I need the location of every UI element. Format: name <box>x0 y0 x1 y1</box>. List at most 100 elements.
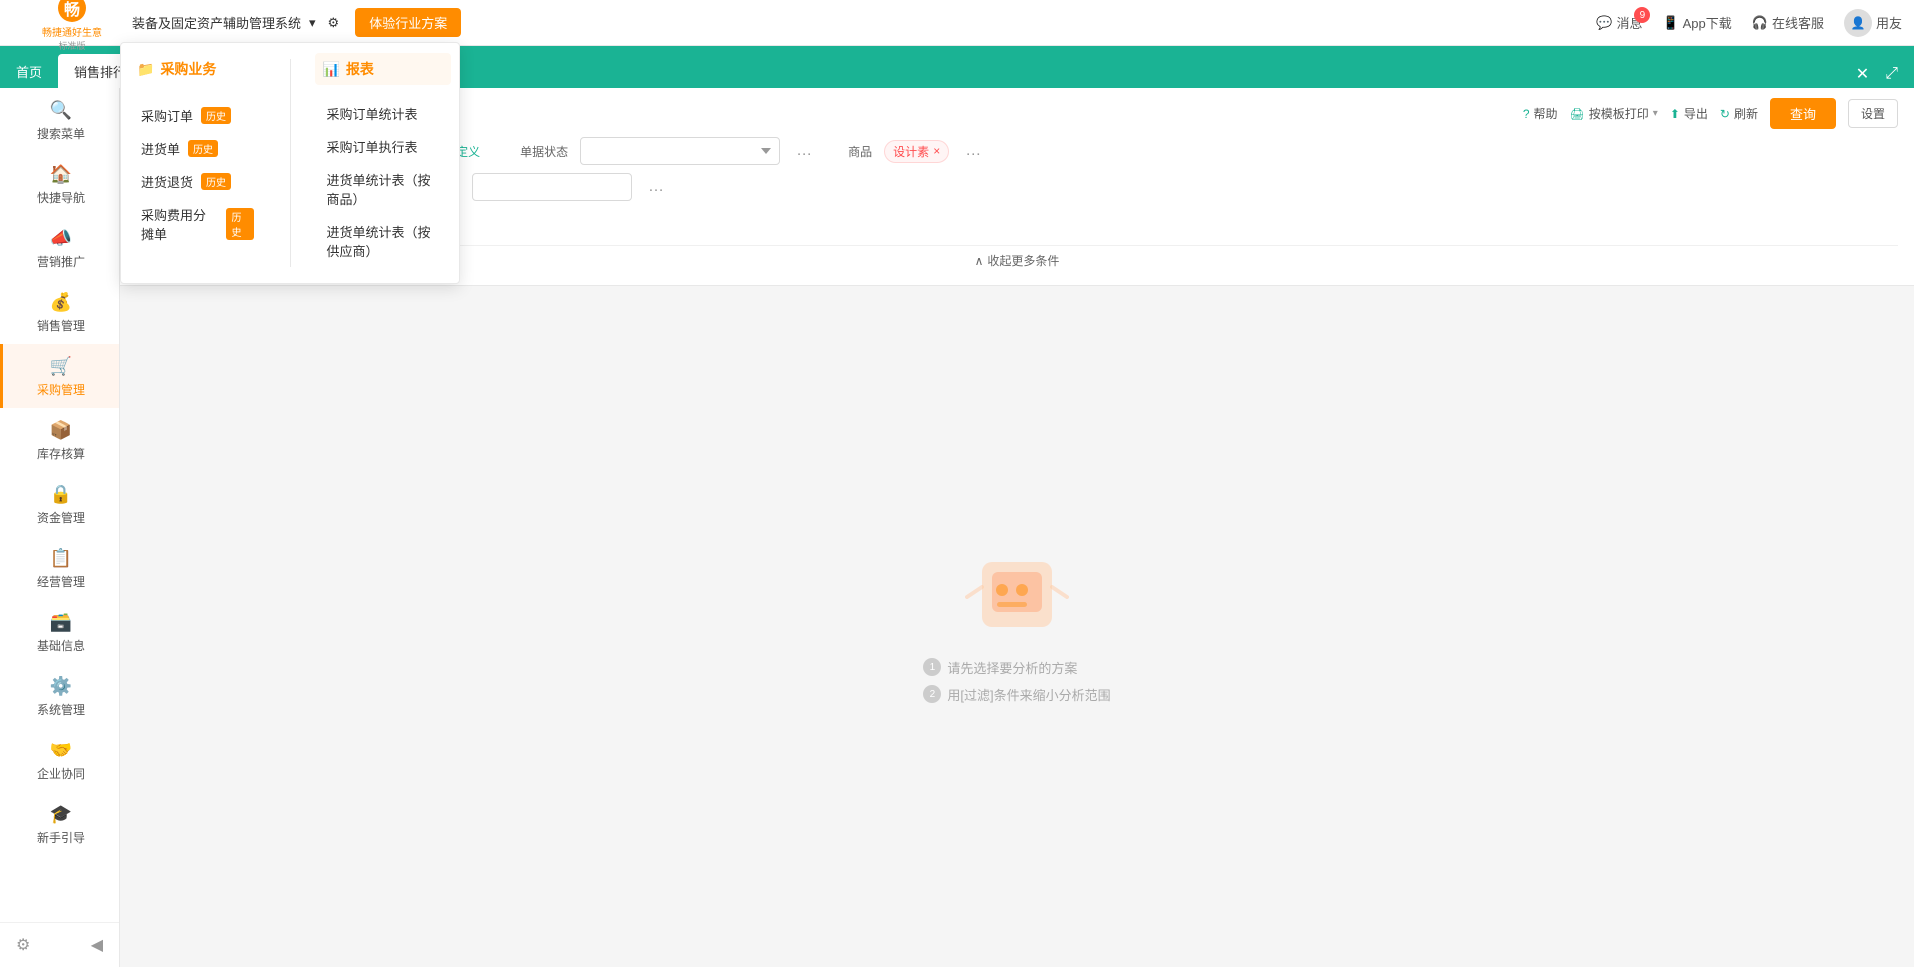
window-close-icon[interactable]: ✕ <box>1852 60 1873 88</box>
salesperson-dots[interactable]: … <box>648 178 664 196</box>
message-btn[interactable]: 💬 消息 9 <box>1596 13 1642 32</box>
logo-area: 畅 畅捷通好生意 标准版 <box>12 0 132 52</box>
goods-tag-remove[interactable]: × <box>933 144 940 158</box>
hint2-text: 用[过滤]条件来缩小分析范围 <box>947 685 1110 704</box>
purchase-dropdown-menu: 📁 采购业务 采购订单 历史 进货单 历史 进货退货 历史 采购费用分摊单 <box>120 42 460 284</box>
inbound-label: 进货单 <box>141 139 180 158</box>
purchase-order-label: 采购订单 <box>141 106 193 125</box>
sidebar-label-marketing: 营销推广 <box>37 253 85 270</box>
report-col-title: 📊 报表 <box>315 53 452 85</box>
guide-icon: 🎓 <box>50 804 72 825</box>
sidebar-label-sales: 销售管理 <box>37 317 85 334</box>
sidebar-item-purchase[interactable]: 🛒 采购管理 <box>0 344 119 408</box>
sidebar-label-enterprise: 企业协同 <box>37 765 85 782</box>
purchase-folder-icon: 📁 <box>137 61 154 78</box>
inventory-icon: 📦 <box>50 420 72 441</box>
sidebar-item-inventory[interactable]: 📦 库存核算 <box>0 408 119 472</box>
purchase-col: 📁 采购业务 采购订单 历史 进货单 历史 进货退货 历史 采购费用分摊单 <box>137 59 258 267</box>
salesperson-input[interactable] <box>472 173 632 201</box>
report-4-label: 进货单统计表（按供应商） <box>327 222 440 260</box>
voucher-status-select[interactable] <box>580 137 780 165</box>
tab-bar-right: ✕ ⤢ <box>1852 60 1914 88</box>
megaphone-icon: 📣 <box>50 228 72 249</box>
title-dropdown-icon[interactable]: ▾ <box>309 15 316 31</box>
sidebar: 🔍 搜索菜单 🏠 快捷导航 📣 营销推广 💰 销售管理 🛒 采购管理 📦 库存核… <box>0 88 120 967</box>
export-btn[interactable]: ⬆ 导出 <box>1670 105 1708 122</box>
sidebar-item-enterprise[interactable]: 🤝 企业协同 <box>0 728 119 792</box>
report-icon: 📊 <box>323 61 340 78</box>
goods-label: 商品 <box>848 143 872 160</box>
online-service-btn[interactable]: 🎧 在线客服 <box>1752 13 1824 32</box>
sidebar-item-basic[interactable]: 🗃️ 基础信息 <box>0 600 119 664</box>
purchase-col-title-text: 采购业务 <box>160 59 216 79</box>
top-bar: 畅 畅捷通好生意 标准版 装备及固定资产辅助管理系统 ▾ ⚙ 体验行业方案 💬 … <box>0 0 1914 46</box>
inbound-return-history: 历史 <box>201 173 231 190</box>
avatar: 👤 <box>1844 9 1872 37</box>
gear-icon[interactable]: ⚙ <box>328 15 340 31</box>
dropdown-cols: 📁 采购业务 采购订单 历史 进货单 历史 进货退货 历史 采购费用分摊单 <box>137 59 443 267</box>
purchase-col-title: 📁 采购业务 <box>137 59 258 87</box>
refresh-icon: ↻ <box>1720 107 1730 121</box>
inbound-return-label: 进货退货 <box>141 172 193 191</box>
step-1-num: 1 <box>923 658 941 676</box>
user-label: 用友 <box>1876 13 1902 32</box>
sidebar-label-inventory: 库存核算 <box>37 445 85 462</box>
empty-illustration <box>957 542 1077 642</box>
sidebar-item-system[interactable]: ⚙️ 系统管理 <box>0 664 119 728</box>
sidebar-collapse-btn[interactable]: ◀ <box>91 935 103 955</box>
sidebar-item-guide[interactable]: 🎓 新手引导 <box>0 792 119 856</box>
message-icon: 💬 <box>1596 15 1612 31</box>
empty-robot-svg <box>957 542 1077 642</box>
window-maximize-icon[interactable]: ⤢ <box>1881 61 1902 87</box>
print-label: 按模板打印 <box>1589 105 1649 122</box>
dropdown-item-report-4[interactable]: 进货单统计表（按供应商） <box>323 215 444 267</box>
sidebar-label-search: 搜索菜单 <box>37 125 85 142</box>
goods-tag-value: 设计素 <box>893 143 929 160</box>
help-label: 帮助 <box>1534 105 1558 122</box>
tab-home[interactable]: 首页 <box>0 54 58 88</box>
print-btn[interactable]: 🖨 按模板打印 ▾ <box>1570 105 1658 122</box>
empty-hint-2: 2 用[过滤]条件来缩小分析范围 <box>923 685 1110 704</box>
app-download-btn[interactable]: 📱 App下载 <box>1662 13 1731 32</box>
system-title-text: 装备及固定资产辅助管理系统 <box>132 13 301 32</box>
sidebar-bottom: ⚙ ◀ <box>0 922 119 967</box>
sidebar-item-sales[interactable]: 💰 销售管理 <box>0 280 119 344</box>
help-icon: ? <box>1523 107 1530 121</box>
user-btn[interactable]: 👤 用友 <box>1844 9 1902 37</box>
empty-hint-1: 1 请先选择要分析的方案 <box>923 658 1110 677</box>
dropdown-item-purchase-expense[interactable]: 采购费用分摊单 历史 <box>137 198 258 250</box>
sidebar-label-quicknav: 快捷导航 <box>37 189 85 206</box>
refresh-btn[interactable]: ↻ 刷新 <box>1720 105 1758 122</box>
dropdown-item-report-2[interactable]: 采购订单执行表 <box>323 130 444 163</box>
message-badge: 9 <box>1634 7 1650 23</box>
industry-btn[interactable]: 体验行业方案 <box>355 8 461 37</box>
sidebar-item-operations[interactable]: 📋 经营管理 <box>0 536 119 600</box>
logo-badge: 标准版 <box>58 39 85 52</box>
settings-button[interactable]: 设置 <box>1848 99 1898 128</box>
dropdown-item-report-1[interactable]: 采购订单统计表 <box>323 97 444 130</box>
goods-dots[interactable]: … <box>965 142 981 160</box>
dropdown-item-report-3[interactable]: 进货单统计表（按商品） <box>323 163 444 215</box>
sidebar-item-quicknav[interactable]: 🏠 快捷导航 <box>0 152 119 216</box>
voucher-status-dots[interactable]: … <box>796 142 812 160</box>
sidebar-label-guide: 新手引导 <box>37 829 85 846</box>
system-icon: ⚙️ <box>50 676 72 697</box>
sidebar-item-marketing[interactable]: 📣 营销推广 <box>0 216 119 280</box>
sidebar-item-finance[interactable]: 🔒 资金管理 <box>0 472 119 536</box>
divider <box>290 59 291 267</box>
home-icon: 🏠 <box>50 164 72 185</box>
phone-icon: 📱 <box>1662 15 1678 31</box>
finance-icon: 🔒 <box>50 484 72 505</box>
dropdown-item-inbound-return[interactable]: 进货退货 历史 <box>137 165 258 198</box>
query-button[interactable]: 查询 <box>1770 98 1836 129</box>
headset-icon: 🎧 <box>1752 15 1768 31</box>
dropdown-item-inbound[interactable]: 进货单 历史 <box>137 132 258 165</box>
sidebar-label-finance: 资金管理 <box>37 509 85 526</box>
sidebar-item-search[interactable]: 🔍 搜索菜单 <box>0 88 119 152</box>
help-btn[interactable]: ? 帮助 <box>1523 105 1558 122</box>
sidebar-label-purchase: 采购管理 <box>37 381 85 398</box>
dropdown-item-purchase-order[interactable]: 采购订单 历史 <box>137 99 258 132</box>
sidebar-label-system: 系统管理 <box>37 701 85 718</box>
operations-icon: 📋 <box>50 548 72 569</box>
sidebar-settings-btn[interactable]: ⚙ <box>16 935 30 955</box>
